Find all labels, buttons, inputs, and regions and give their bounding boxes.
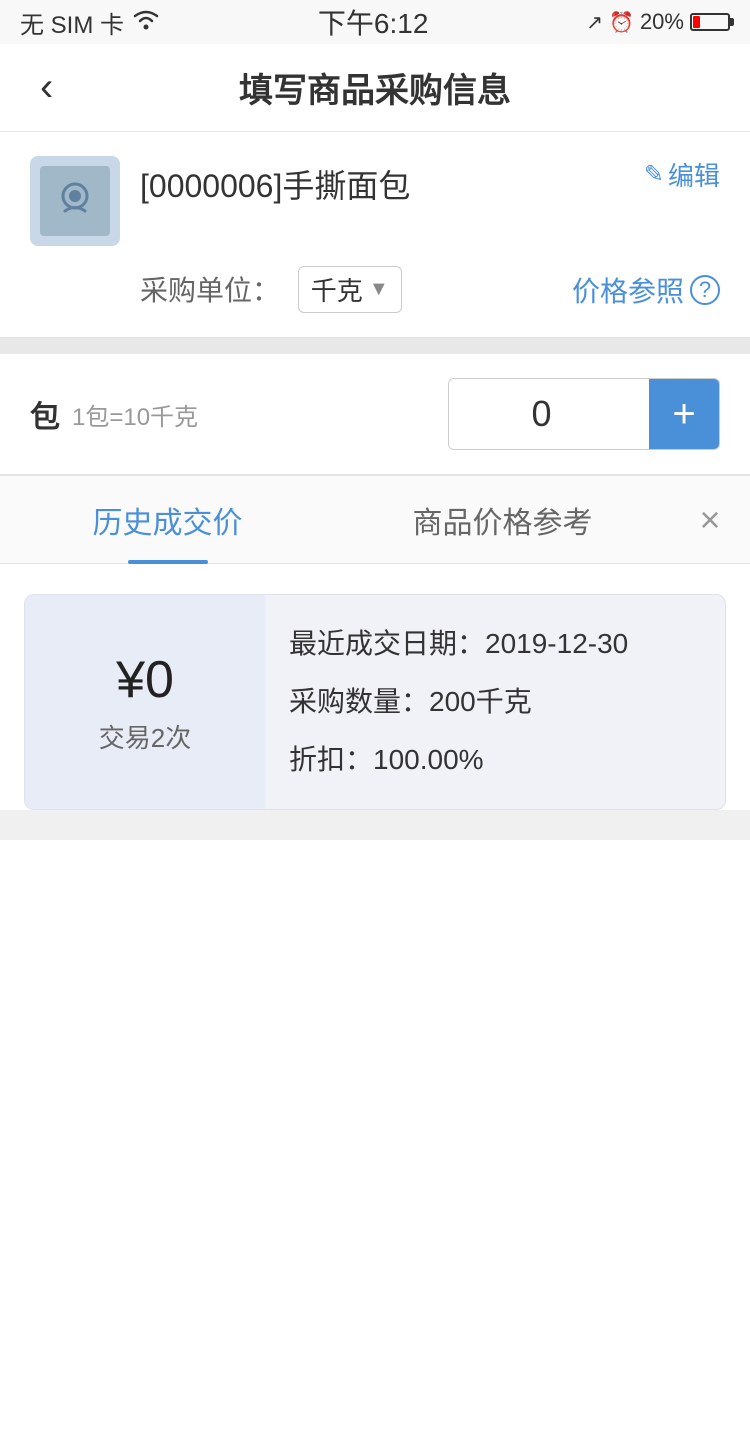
status-bar: 无 SIM 卡 下午6:12 ↗ ⏰ 20% [0,0,750,44]
product-card: [0000006]手撕面包 ✎ 编辑 采购单位： 千克 ▼ 价格参照 ? [0,132,750,338]
recent-date-value: 2019-12-30 [485,628,628,659]
edit-icon: ✎ [644,160,664,189]
tab-price-ref[interactable]: 商品价格参考 [335,476,670,564]
price-ref-icon: ? [690,275,720,305]
status-time: 下午6:12 [318,2,429,42]
unit-value: 千克 [311,271,363,308]
section-divider [0,338,750,354]
alarm-icon: ⏰ [609,10,634,35]
product-unit-row: 采购单位： 千克 ▼ 价格参照 ? [30,266,720,313]
price-ref-label: 价格参照 [572,270,684,310]
history-price-value: ¥0 [116,650,174,710]
recent-date-label: 最近成交日期： [289,628,485,659]
quantity-unit-badge: 包 [30,392,60,436]
edit-label: 编辑 [668,156,720,193]
nav-bar: ‹ 填写商品采购信息 [0,44,750,132]
quantity-input[interactable] [449,379,649,449]
tab-active-underline [128,560,208,564]
purchase-quantity-value: 200千克 [429,686,532,717]
edit-button[interactable]: ✎ 编辑 [644,156,720,193]
history-discount-row: 折扣：100.00% [289,739,701,781]
purchase-quantity-label: 采购数量： [289,686,429,717]
product-logo [40,166,110,236]
history-details-section: 最近成交日期：2019-12-30 采购数量：200千克 折扣：100.00% [265,595,725,809]
product-name: [0000006]手撕面包 [140,156,410,207]
product-info: [0000006]手撕面包 [30,156,410,246]
quantity-label-group: 包 1包=10千克 [30,392,198,436]
tab-history-label: 历史成交价 [93,498,243,542]
tabs-row: 历史成交价 商品价格参考 × [0,476,750,564]
history-card: ¥0 交易2次 最近成交日期：2019-12-30 采购数量：200千克 折扣：… [24,594,726,810]
unit-label: 采购单位： [140,275,280,306]
discount-label: 折扣： [289,744,373,775]
quantity-plus-button[interactable]: + [649,379,719,449]
quantity-conversion: 1包=10千克 [72,397,198,432]
page-title: 填写商品采购信息 [239,63,511,112]
history-recent-date-row: 最近成交日期：2019-12-30 [289,623,701,665]
battery-icon [690,13,730,31]
unit-selector-group: 采购单位： 千克 ▼ [140,266,402,313]
status-left: 无 SIM 卡 [20,5,160,40]
unit-select[interactable]: 千克 ▼ [298,266,402,313]
history-price-section: ¥0 交易2次 [25,595,265,809]
wifi-icon [132,8,160,37]
bottom-panel: 历史成交价 商品价格参考 × ¥0 交易2次 最近成交日期：2019-12-30… [0,475,750,810]
product-header: [0000006]手撕面包 ✎ 编辑 [30,156,720,246]
back-button[interactable]: ‹ [30,55,63,120]
tab-price-ref-label: 商品价格参考 [413,498,593,542]
battery-percent: 20% [640,9,684,35]
carrier-text: 无 SIM 卡 [20,5,124,40]
history-trades-count: 交易2次 [99,718,191,755]
status-right: ↗ ⏰ 20% [586,9,730,35]
quantity-input-group: + [448,378,720,450]
discount-value: 100.00% [373,744,484,775]
empty-content-area [0,840,750,1440]
location-icon: ↗ [586,10,603,35]
price-ref-button[interactable]: 价格参照 ? [572,270,720,310]
quantity-row: 包 1包=10千克 + [0,354,750,475]
tab-history-price[interactable]: 历史成交价 [0,476,335,564]
product-image [30,156,120,246]
tab-close-button[interactable]: × [670,499,750,541]
history-quantity-row: 采购数量：200千克 [289,681,701,723]
unit-dropdown-arrow: ▼ [369,278,389,301]
